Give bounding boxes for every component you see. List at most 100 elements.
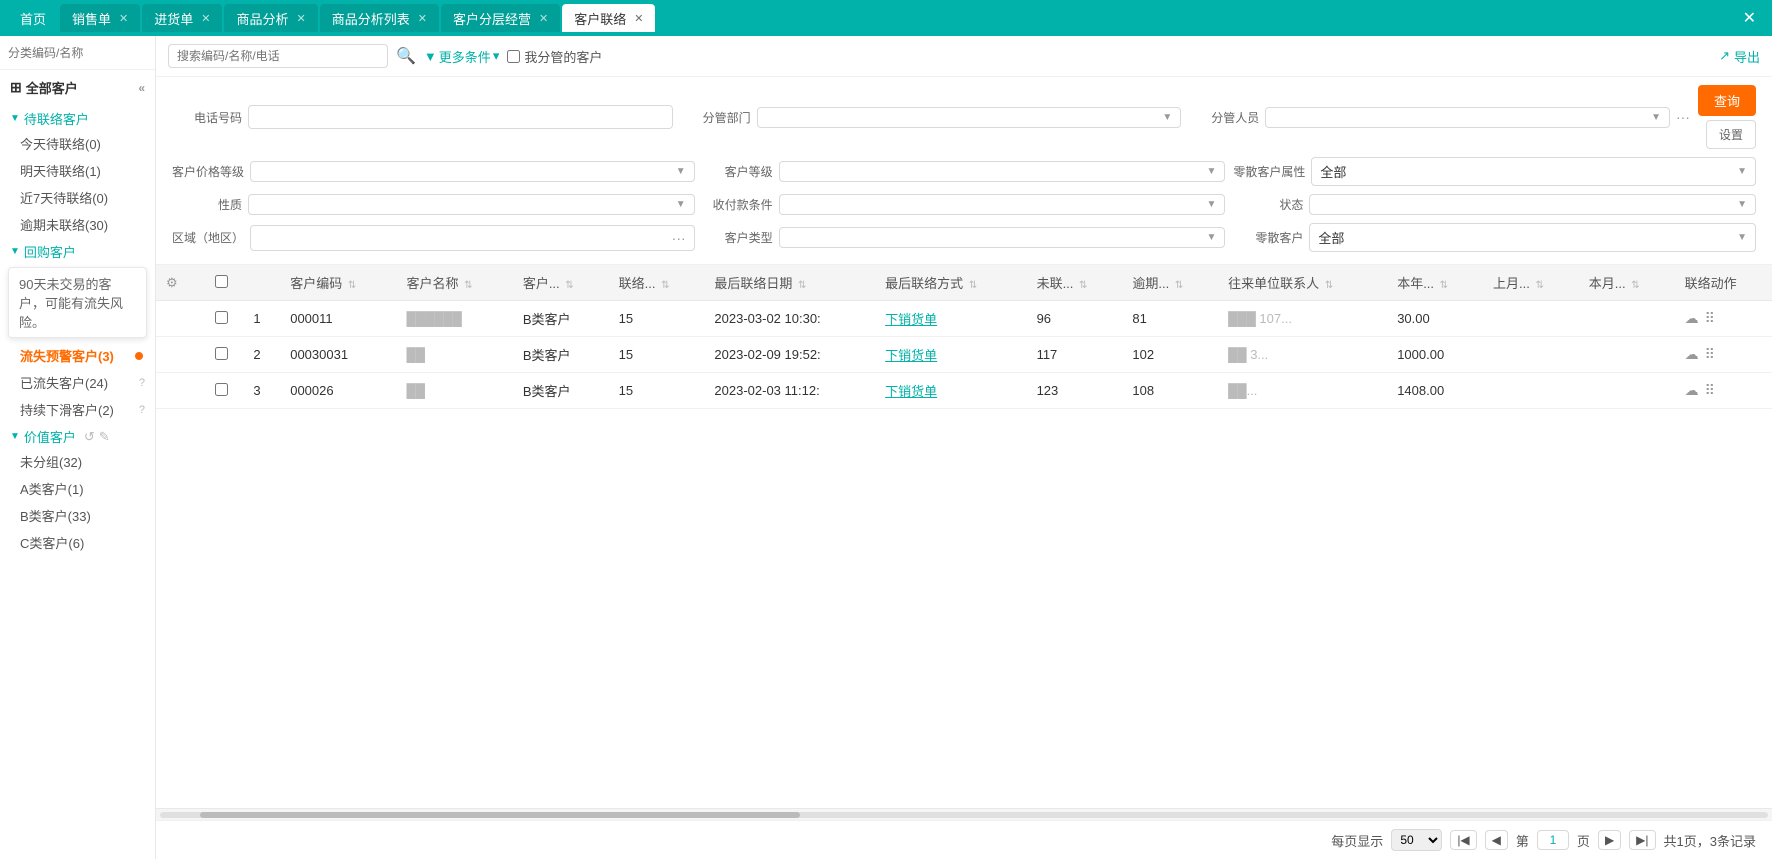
tab-home[interactable]: 首页	[8, 4, 58, 32]
more-action-icon-1[interactable]: ⠿	[1705, 346, 1715, 363]
page-number-input[interactable]	[1537, 830, 1569, 850]
tab-goods-analysis-list[interactable]: 商品分析列表 ✕	[320, 4, 439, 32]
sidebar-item-7days[interactable]: 近7天待联络(0)	[0, 184, 155, 211]
col-last-contact-method[interactable]: 最后联络方式	[875, 265, 1026, 301]
person-label: 分管人员	[1189, 109, 1259, 126]
table-row: 3 000026 ██ B类客户 15 2023-02-03 11:12: 下销…	[156, 373, 1772, 409]
sidebar-group-pending[interactable]: ▼ 待联络客户	[0, 105, 155, 130]
grade-select[interactable]: ▼	[779, 161, 1226, 182]
horizontal-scrollbar[interactable]	[156, 808, 1772, 820]
tab-purchase[interactable]: 进货单 ✕	[142, 4, 222, 32]
scrollbar-thumb[interactable]	[200, 812, 800, 818]
sidebar-item-class-a[interactable]: A类客户(1)	[0, 475, 155, 502]
sidebar-collapse-btn[interactable]: «	[138, 81, 145, 95]
row-check-0[interactable]	[215, 311, 228, 324]
col-unit-contact[interactable]: 往来单位联系人	[1218, 265, 1387, 301]
tab-customer-segment-close[interactable]: ✕	[539, 12, 548, 25]
row-last-contact-method-0[interactable]: 下销货单	[875, 301, 1026, 337]
person-select[interactable]: ▼	[1265, 107, 1670, 128]
col-this-month[interactable]: 本月...	[1579, 265, 1675, 301]
nature-select[interactable]: ▼	[248, 194, 695, 215]
query-button[interactable]: 查询	[1698, 85, 1756, 116]
row-checkbox-0	[199, 301, 244, 337]
sidebar-item-class-b[interactable]: B类客户(33)	[0, 502, 155, 529]
person-more-icon[interactable]: ···	[1676, 109, 1690, 125]
contact-action-icon-0[interactable]: ☁	[1685, 310, 1699, 327]
customer-type-select[interactable]: ▼	[779, 227, 1226, 248]
my-customers-checkbox[interactable]: 我分管的客户	[507, 47, 602, 66]
row-last-contact-method-2[interactable]: 下销货单	[875, 373, 1026, 409]
col-overdue[interactable]: 逾期...	[1122, 265, 1218, 301]
retail-select[interactable]: 全部 ▼	[1309, 223, 1756, 252]
first-page-btn[interactable]: |◀	[1450, 830, 1476, 850]
search-button[interactable]: 🔍	[396, 46, 416, 66]
select-all-checkbox[interactable]	[215, 275, 228, 288]
col-type[interactable]: 客户...	[513, 265, 609, 301]
sidebar-item-declining[interactable]: 持续下滑客户(2) ?	[0, 396, 155, 423]
phone-input[interactable]	[248, 105, 673, 129]
retail-label: 零散客户	[1233, 229, 1303, 246]
row-action-2: ☁ ⠿	[1675, 373, 1772, 409]
tab-sales[interactable]: 销售单 ✕	[60, 4, 140, 32]
tab-customer-contact-close[interactable]: ✕	[634, 12, 643, 25]
region-more-icon[interactable]: ···	[672, 230, 686, 246]
my-customers-check[interactable]	[507, 50, 520, 63]
more-action-icon-2[interactable]: ⠿	[1705, 382, 1715, 399]
export-button[interactable]: ↗ 导出	[1719, 47, 1760, 66]
settings-button[interactable]: 设置	[1706, 120, 1756, 149]
col-this-year[interactable]: 本年...	[1387, 265, 1483, 301]
sidebar-item-tomorrow[interactable]: 明天待联络(1)	[0, 157, 155, 184]
sidebar-item-today[interactable]: 今天待联络(0)	[0, 130, 155, 157]
total-label: 共1页，3条记录	[1664, 831, 1756, 850]
status-select[interactable]: ▼	[1309, 194, 1756, 215]
sidebar-all-customers[interactable]: ⊞ 全部客户 «	[0, 70, 155, 105]
tab-purchase-close[interactable]: ✕	[201, 12, 210, 25]
col-last-month[interactable]: 上月...	[1483, 265, 1579, 301]
per-page-select[interactable]: 50 100 200	[1391, 829, 1442, 851]
filter-cell-retail: 零散客户 全部 ▼	[1233, 223, 1756, 252]
row-last-contact-method-1[interactable]: 下销货单	[875, 337, 1026, 373]
retail-attr-select[interactable]: 全部 ▼	[1311, 157, 1756, 186]
sidebar-item-churn-warning[interactable]: 流失预警客户(3)	[0, 342, 155, 369]
col-contact[interactable]: 联络...	[609, 265, 705, 301]
payment-select[interactable]: ▼	[779, 194, 1226, 215]
sidebar-group-value[interactable]: ▼ 价值客户 ↺ ✎	[0, 423, 155, 448]
grade-label: 客户等级	[703, 163, 773, 180]
edit-icon[interactable]: ✎	[99, 429, 110, 445]
more-action-icon-0[interactable]: ⠿	[1705, 310, 1715, 327]
row-this-year-0: 30.00	[1387, 301, 1483, 337]
sidebar-group-repurchase[interactable]: ▼ 回购客户	[0, 238, 155, 263]
row-check-2[interactable]	[215, 383, 228, 396]
tab-goods-analysis[interactable]: 商品分析 ✕	[224, 4, 317, 32]
refresh-icon[interactable]: ↺	[84, 429, 95, 445]
col-name[interactable]: 客户名称	[397, 265, 513, 301]
tab-customer-contact[interactable]: 客户联络 ✕	[562, 4, 655, 32]
col-settings[interactable]: ⚙	[156, 265, 199, 301]
col-code[interactable]: 客户编码	[280, 265, 396, 301]
next-page-btn[interactable]: ▶	[1598, 830, 1621, 850]
sidebar-search-input[interactable]	[8, 46, 156, 60]
tab-customer-segment[interactable]: 客户分层经营 ✕	[441, 4, 560, 32]
contact-action-icon-2[interactable]: ☁	[1685, 382, 1699, 399]
sidebar-item-class-c[interactable]: C类客户(6)	[0, 529, 155, 556]
prev-page-btn[interactable]: ◀	[1485, 830, 1508, 850]
tab-sales-close[interactable]: ✕	[119, 12, 128, 25]
filter-bar: 🔍 ▼ 更多条件 ▾ 我分管的客户 ↗ 导出	[156, 36, 1772, 77]
tab-goods-analysis-close[interactable]: ✕	[297, 12, 306, 25]
last-page-btn[interactable]: ▶|	[1629, 830, 1655, 850]
more-conditions-btn[interactable]: ▼ 更多条件 ▾	[424, 47, 499, 66]
tab-goods-analysis-list-close[interactable]: ✕	[418, 12, 427, 25]
sidebar-item-overdue[interactable]: 逾期未联络(30)	[0, 211, 155, 238]
window-close-button[interactable]: ✕	[1735, 4, 1764, 32]
sidebar-item-churned[interactable]: 已流失客户(24) ?	[0, 369, 155, 396]
row-check-1[interactable]	[215, 347, 228, 360]
price-grade-select[interactable]: ▼	[250, 161, 695, 182]
sidebar-item-ungrouped[interactable]: 未分组(32)	[0, 448, 155, 475]
search-input[interactable]	[168, 44, 388, 68]
col-no-contact[interactable]: 未联...	[1027, 265, 1123, 301]
region-select[interactable]: ···	[250, 225, 695, 251]
dept-select[interactable]: ▼	[757, 107, 1182, 128]
col-last-contact-date[interactable]: 最后联络日期	[704, 265, 875, 301]
contact-action-icon-1[interactable]: ☁	[1685, 346, 1699, 363]
table-body: 1 000011 ██████ B类客户 15 2023-03-02 10:30…	[156, 301, 1772, 409]
